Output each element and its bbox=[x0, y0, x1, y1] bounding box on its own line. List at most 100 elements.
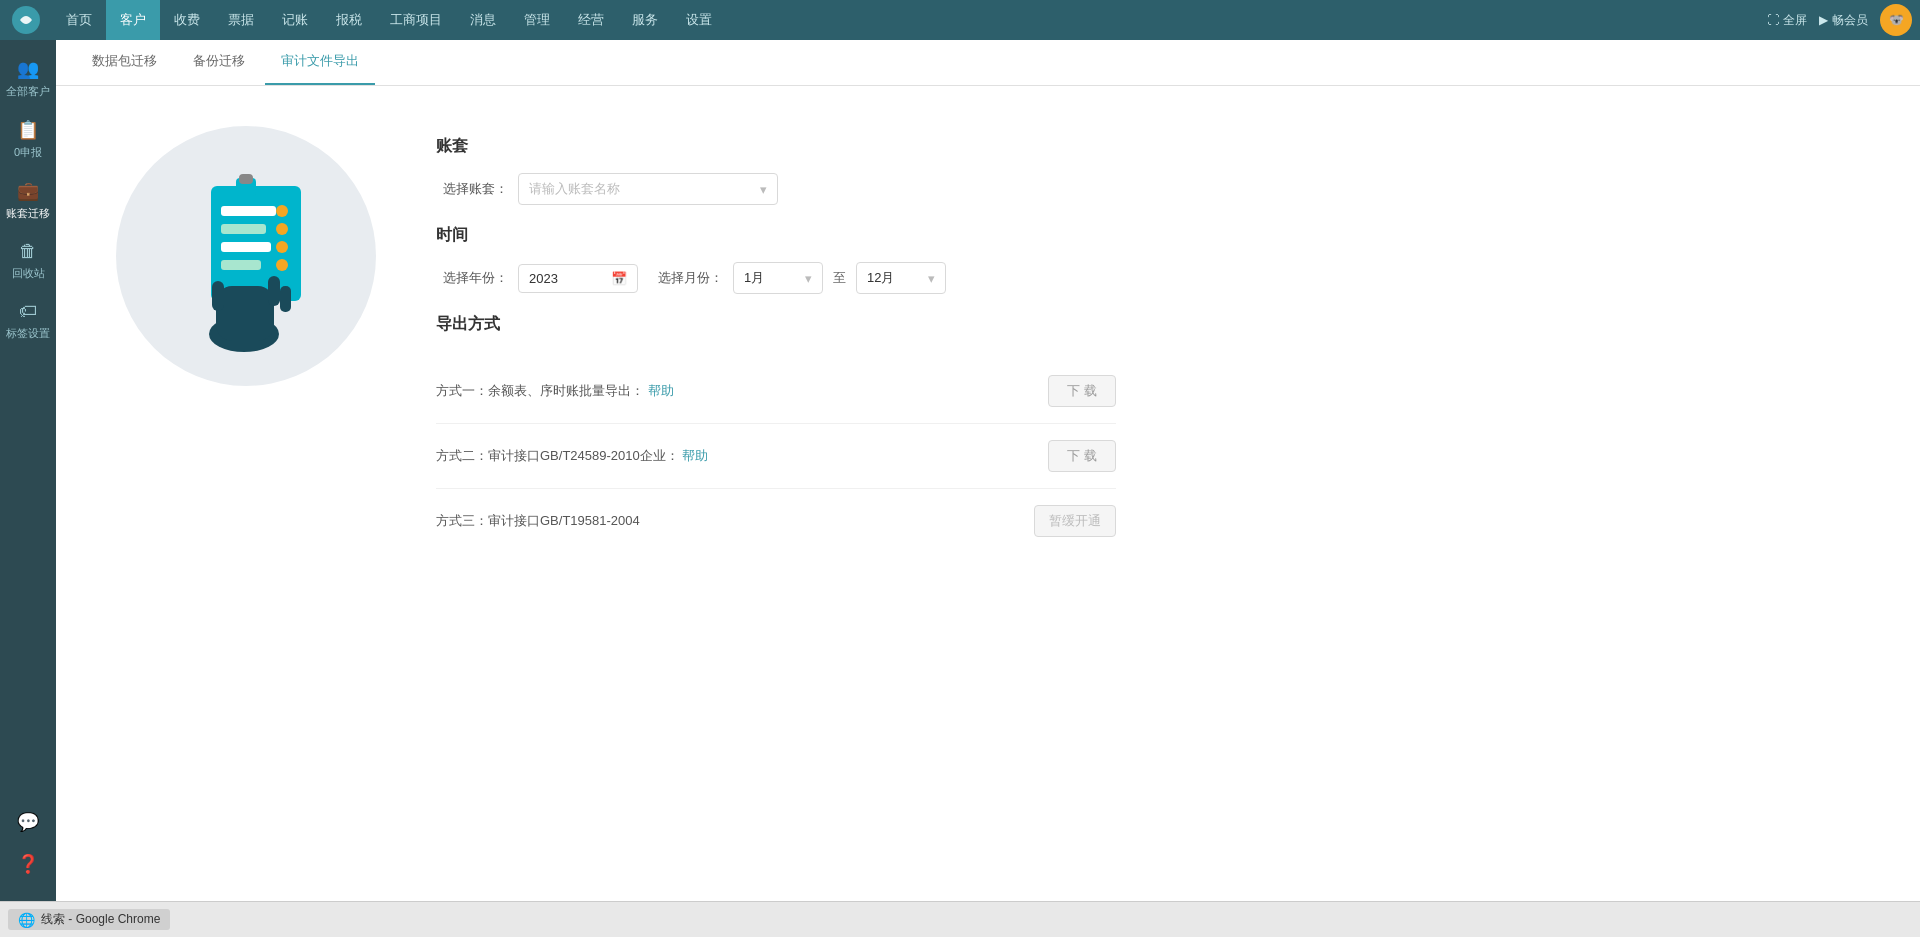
export-method-2-label: 方式二：审计接口GB/T24589-2010企业： 帮助 bbox=[436, 447, 1038, 465]
export-method-2: 方式二：审计接口GB/T24589-2010企业： 帮助 下 载 bbox=[436, 424, 1116, 489]
content-area: 数据包迁移 备份迁移 审计文件导出 bbox=[56, 40, 1920, 901]
month-end-value: 12月 bbox=[867, 269, 894, 287]
svg-point-8 bbox=[276, 241, 288, 253]
form-area: 账套 选择账套： 请输入账套名称 ▾ 时间 选择年份： 2023 📅 bbox=[436, 126, 1116, 553]
export-methods: 方式一：余额表、序时账批量导出： 帮助 下 载 方式二：审计接口GB/T2458… bbox=[436, 359, 1116, 553]
vip-label: 畅会员 bbox=[1832, 12, 1868, 29]
nav-business[interactable]: 工商项目 bbox=[376, 0, 456, 40]
svg-rect-14 bbox=[212, 281, 224, 311]
time-row: 选择年份： 2023 📅 选择月份： 1月 ▾ 至 12月 ▾ bbox=[436, 262, 1116, 294]
export-method-1: 方式一：余额表、序时账批量导出： 帮助 下 载 bbox=[436, 359, 1116, 424]
avatar-icon: 🐨 bbox=[1889, 13, 1904, 27]
recycle-bin-icon: 🗑 bbox=[19, 241, 37, 262]
account-select[interactable]: 请输入账套名称 ▾ bbox=[518, 173, 778, 205]
time-section-title: 时间 bbox=[436, 225, 1116, 246]
fullscreen-icon: ⛶ bbox=[1767, 13, 1779, 27]
vip-icon: ▶ bbox=[1819, 13, 1828, 27]
svg-rect-13 bbox=[216, 286, 274, 341]
export-method-3-coming-soon-btn: 暂缓开通 bbox=[1034, 505, 1116, 537]
year-value: 2023 bbox=[529, 271, 558, 286]
chevron-down-icon: ▾ bbox=[760, 182, 767, 197]
svg-rect-15 bbox=[268, 276, 280, 306]
nav-accounting[interactable]: 记账 bbox=[268, 0, 322, 40]
nav-fee[interactable]: 收费 bbox=[160, 0, 214, 40]
to-text: 至 bbox=[833, 269, 846, 287]
month-start-value: 1月 bbox=[744, 269, 764, 287]
month-start-select[interactable]: 1月 ▾ bbox=[733, 262, 823, 294]
nav-service[interactable]: 服务 bbox=[618, 0, 672, 40]
tag-settings-icon: 🏷 bbox=[19, 301, 37, 322]
export-method-2-download-btn[interactable]: 下 载 bbox=[1048, 440, 1116, 472]
nav-finance[interactable]: 经营 bbox=[564, 0, 618, 40]
chevron-down-month-end-icon: ▾ bbox=[928, 271, 935, 286]
nav-message[interactable]: 消息 bbox=[456, 0, 510, 40]
sidebar-label-tag-settings: 标签设置 bbox=[6, 326, 50, 341]
illustration-svg bbox=[156, 156, 336, 356]
account-migration-icon: 💼 bbox=[17, 180, 39, 202]
export-method-3: 方式三：审计接口GB/T19581-2004 暂缓开通 bbox=[436, 489, 1116, 553]
nav-items: 首页 客户 收费 票据 记账 报税 工商项目 消息 管理 经营 服务 设置 bbox=[52, 0, 1767, 40]
svg-rect-2 bbox=[221, 206, 276, 216]
account-section-title: 账套 bbox=[436, 136, 1116, 157]
nav-right: ⛶ 全屏 ▶ 畅会员 🐨 bbox=[1767, 4, 1912, 36]
taskbar-chrome-item[interactable]: 🌐 线索 - Google Chrome bbox=[8, 909, 170, 930]
sidebar-item-message[interactable]: 💬 bbox=[0, 801, 56, 843]
svg-point-6 bbox=[276, 205, 288, 217]
main-layout: 👥 全部客户 📋 0申报 💼 账套迁移 🗑 回收站 🏷 标签设置 💬 ❓ bbox=[0, 40, 1920, 901]
tabs-bar: 数据包迁移 备份迁移 审计文件导出 bbox=[56, 40, 1920, 86]
sidebar-item-zero-declaration[interactable]: 📋 0申报 bbox=[0, 109, 56, 170]
svg-point-9 bbox=[276, 259, 288, 271]
sidebar-bottom: 💬 ❓ bbox=[0, 801, 56, 901]
calendar-icon: 📅 bbox=[611, 271, 627, 286]
export-method-1-download-btn[interactable]: 下 载 bbox=[1048, 375, 1116, 407]
nav-tax[interactable]: 报税 bbox=[322, 0, 376, 40]
sidebar-label-recycle-bin: 回收站 bbox=[12, 266, 45, 281]
nav-invoice[interactable]: 票据 bbox=[214, 0, 268, 40]
month-end-select[interactable]: 12月 ▾ bbox=[856, 262, 946, 294]
logo bbox=[8, 2, 44, 38]
sidebar-label-account-migration: 账套迁移 bbox=[6, 206, 50, 221]
svg-rect-16 bbox=[280, 286, 291, 312]
svg-rect-4 bbox=[221, 242, 271, 252]
tab-audit-export[interactable]: 审计文件导出 bbox=[265, 40, 375, 85]
account-select-row: 选择账套： 请输入账套名称 ▾ bbox=[436, 173, 1116, 205]
svg-rect-11 bbox=[239, 174, 253, 184]
svg-rect-3 bbox=[221, 224, 266, 234]
export-section-title: 导出方式 bbox=[436, 314, 1116, 335]
vip-btn[interactable]: ▶ 畅会员 bbox=[1819, 12, 1868, 29]
year-label: 选择年份： bbox=[436, 269, 508, 287]
nav-manage[interactable]: 管理 bbox=[510, 0, 564, 40]
sidebar-item-recycle-bin[interactable]: 🗑 回收站 bbox=[0, 231, 56, 291]
sidebar-item-help[interactable]: ❓ bbox=[0, 843, 56, 885]
chrome-icon: 🌐 bbox=[18, 912, 35, 928]
account-select-label: 选择账套： bbox=[436, 180, 508, 198]
year-input[interactable]: 2023 📅 bbox=[518, 264, 638, 293]
nav-home[interactable]: 首页 bbox=[52, 0, 106, 40]
fullscreen-btn[interactable]: ⛶ 全屏 bbox=[1767, 12, 1807, 29]
export-method-1-help-link[interactable]: 帮助 bbox=[648, 383, 674, 398]
sidebar-label-all-customers: 全部客户 bbox=[6, 84, 50, 99]
account-select-placeholder: 请输入账套名称 bbox=[529, 180, 620, 198]
sidebar-item-tag-settings[interactable]: 🏷 标签设置 bbox=[0, 291, 56, 351]
nav-customer[interactable]: 客户 bbox=[106, 0, 160, 40]
help-icon: ❓ bbox=[17, 853, 39, 875]
sidebar: 👥 全部客户 📋 0申报 💼 账套迁移 🗑 回收站 🏷 标签设置 💬 ❓ bbox=[0, 40, 56, 901]
month-label: 选择月份： bbox=[658, 269, 723, 287]
illustration-circle bbox=[116, 126, 376, 386]
nav-settings[interactable]: 设置 bbox=[672, 0, 726, 40]
sidebar-label-zero-declaration: 0申报 bbox=[14, 145, 42, 160]
export-method-1-label: 方式一：余额表、序时账批量导出： 帮助 bbox=[436, 382, 1038, 400]
taskbar: 🌐 线索 - Google Chrome bbox=[0, 901, 1920, 937]
fullscreen-label: 全屏 bbox=[1783, 12, 1807, 29]
tab-backup-migration[interactable]: 备份迁移 bbox=[177, 40, 261, 85]
avatar[interactable]: 🐨 bbox=[1880, 4, 1912, 36]
sidebar-item-all-customers[interactable]: 👥 全部客户 bbox=[0, 48, 56, 109]
illustration-area bbox=[116, 126, 376, 386]
tab-data-migration[interactable]: 数据包迁移 bbox=[76, 40, 173, 85]
message-icon: 💬 bbox=[17, 811, 39, 833]
sidebar-item-account-migration[interactable]: 💼 账套迁移 bbox=[0, 170, 56, 231]
export-method-2-help-link[interactable]: 帮助 bbox=[682, 448, 708, 463]
top-nav: 首页 客户 收费 票据 记账 报税 工商项目 消息 管理 经营 服务 设置 ⛶ … bbox=[0, 0, 1920, 40]
zero-declaration-icon: 📋 bbox=[17, 119, 39, 141]
page-content: 账套 选择账套： 请输入账套名称 ▾ 时间 选择年份： 2023 📅 bbox=[56, 86, 1920, 901]
